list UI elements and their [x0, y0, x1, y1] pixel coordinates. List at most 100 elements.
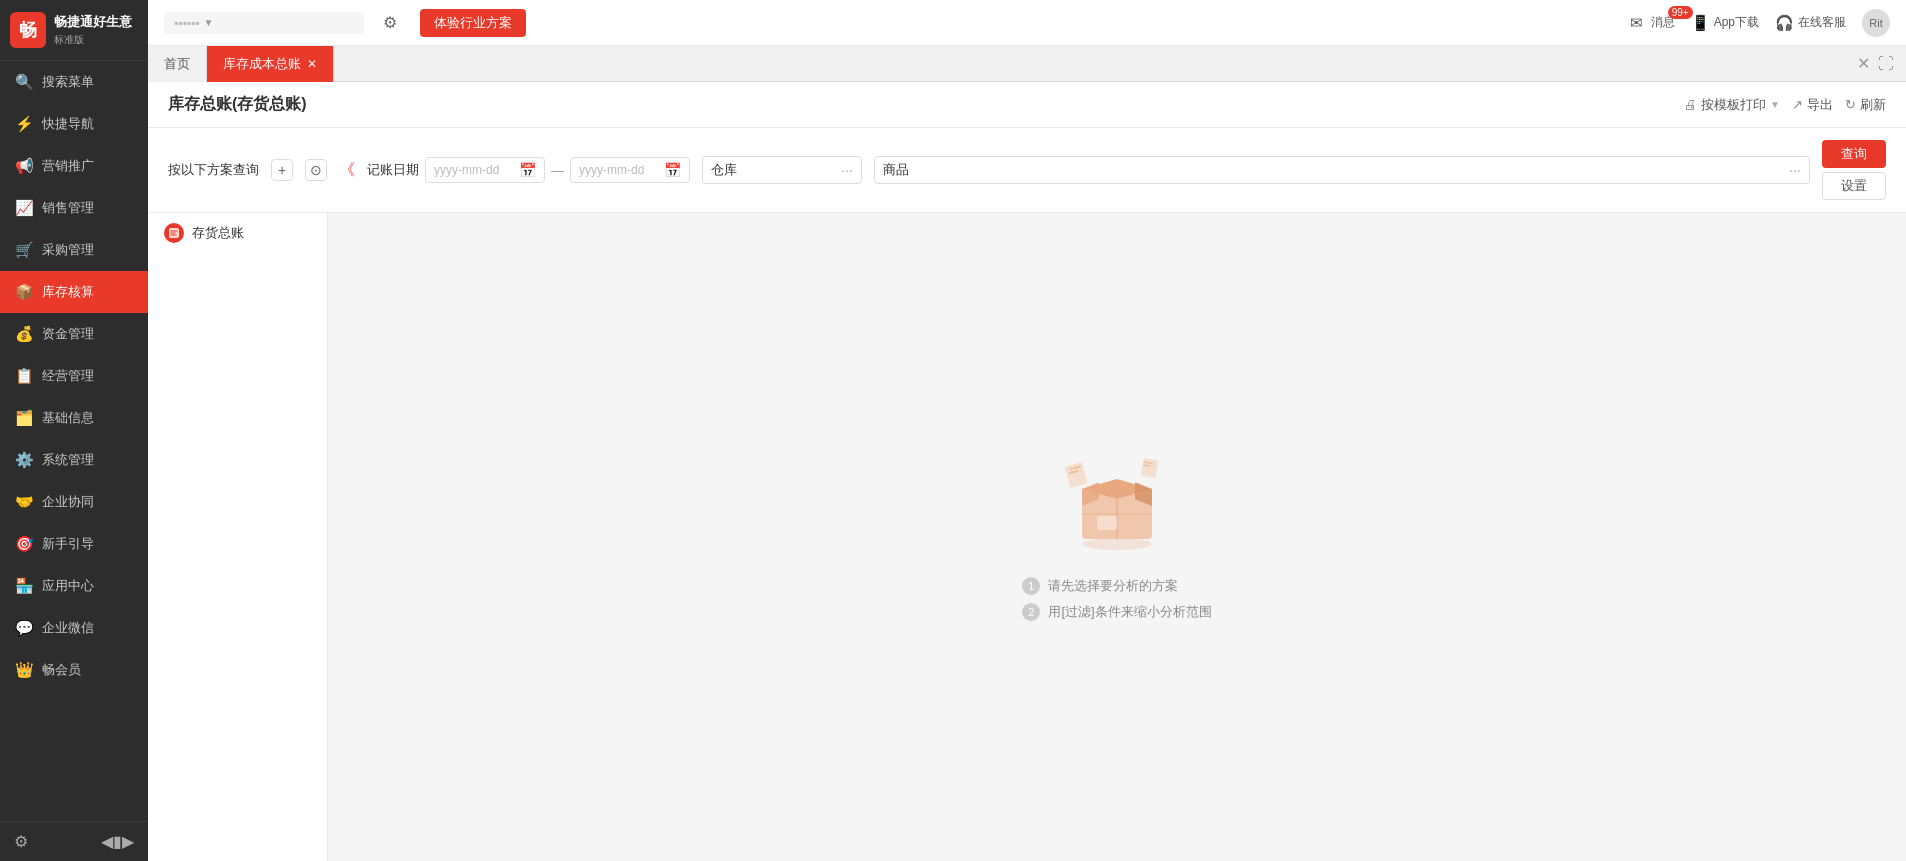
headset-icon: 🎧 [1775, 14, 1794, 32]
sidebar-item-label: 新手引导 [42, 535, 94, 553]
empty-tip-2: 2 用[过滤]条件来缩小分析范围 [1022, 603, 1211, 621]
filter-clear-button[interactable]: ⊙ [305, 159, 327, 181]
topbar-left: ▪▪▪▪▪▪ ▼ ⚙ 体验行业方案 [164, 9, 1630, 37]
sidebar-item-wechat[interactable]: 💬 企业微信 [0, 607, 148, 649]
sidebar-item-label: 营销推广 [42, 157, 94, 175]
sidebar-item-finance[interactable]: 💰 资金管理 [0, 313, 148, 355]
sidebar-item-label: 搜索菜单 [42, 73, 94, 91]
sidebar-item-purchase[interactable]: 🛒 采购管理 [0, 229, 148, 271]
export-button[interactable]: ↗ 导出 [1792, 96, 1833, 114]
sidebar-item-label: 企业微信 [42, 619, 94, 637]
tab-home[interactable]: 首页 [148, 46, 207, 82]
scheme-sidebar: 存货总账 [148, 213, 328, 861]
sidebar-item-marketing[interactable]: 📢 营销推广 [0, 145, 148, 187]
sidebar-item-label: 销售管理 [42, 199, 94, 217]
printer-icon: 🖨 [1684, 97, 1697, 112]
product-more-icon: ··· [1789, 162, 1801, 178]
topbar-gear-button[interactable]: ⚙ [376, 9, 404, 37]
logo-text: 畅捷通好生意 标准版 [54, 14, 132, 46]
toggle-sidebar-icon[interactable]: ◀▮▶ [101, 832, 134, 851]
sidebar-item-appstore[interactable]: 🏪 应用中心 [0, 565, 148, 607]
sidebar-item-system[interactable]: ⚙️ 系统管理 [0, 439, 148, 481]
sidebar-item-label: 快捷导航 [42, 115, 94, 133]
empty-state: 1 请先选择要分析的方案 2 用[过滤]条件来缩小分析范围 [328, 213, 1906, 861]
sidebar-item-label: 经营管理 [42, 367, 94, 385]
date-start-input[interactable]: yyyy-mm-dd 📅 [425, 157, 545, 183]
purchase-icon: 🛒 [14, 240, 34, 260]
calendar-start-icon: 📅 [519, 162, 536, 178]
main-area: ▪▪▪▪▪▪ ▼ ⚙ 体验行业方案 ✉ 消息 99+ 📱 App下载 🎧 在线客… [148, 0, 1906, 861]
sidebar-item-member[interactable]: 👑 畅会员 [0, 649, 148, 691]
sidebar-item-label: 库存核算 [42, 283, 94, 301]
sidebar-item-inventory[interactable]: 📦 库存核算 [0, 271, 148, 313]
user-avatar[interactable]: Rit [1862, 9, 1890, 37]
tip-text-2: 用[过滤]条件来缩小分析范围 [1048, 603, 1211, 621]
online-service-label: 在线客服 [1798, 14, 1846, 31]
sidebar-item-sales[interactable]: 📈 销售管理 [0, 187, 148, 229]
appstore-icon: 🏪 [14, 576, 34, 596]
scheme-item-inventory-ledger[interactable]: 存货总账 [148, 213, 327, 253]
tab-close-icon[interactable]: ✕ [307, 57, 317, 71]
system-icon: ⚙️ [14, 450, 34, 470]
filter-label: 按以下方案查询 [168, 161, 259, 179]
page-header-actions: 🖨 按模板打印 ▼ ↗ 导出 ↻ 刷新 [1684, 96, 1886, 126]
page-title: 库存总账(存货总账) [168, 94, 307, 127]
user-name: Rit [1869, 17, 1882, 29]
filter-actions: 查询 设置 [1822, 140, 1886, 200]
topbar-search-area[interactable]: ▪▪▪▪▪▪ ▼ [164, 12, 364, 34]
export-icon: ↗ [1792, 97, 1803, 112]
message-button[interactable]: ✉ 消息 99+ [1630, 14, 1675, 32]
basic-icon: 🗂️ [14, 408, 34, 428]
tab-home-label: 首页 [164, 55, 190, 73]
sidebar-item-basic[interactable]: 🗂️ 基础信息 [0, 397, 148, 439]
filter-collapse-button[interactable]: 《 [339, 160, 355, 181]
close-panel-icon[interactable]: ✕ [1857, 54, 1870, 73]
operation-icon: 📋 [14, 366, 34, 386]
sidebar-item-operation[interactable]: 📋 经营管理 [0, 355, 148, 397]
warehouse-select[interactable]: 仓库 ··· [702, 156, 862, 184]
scheme-item-label: 存货总账 [192, 224, 244, 242]
sidebar-item-label: 畅会员 [42, 661, 81, 679]
date-end-input[interactable]: yyyy-mm-dd 📅 [570, 157, 690, 183]
marketing-icon: 📢 [14, 156, 34, 176]
industry-button[interactable]: 体验行业方案 [420, 9, 526, 37]
sidebar-item-shortcut[interactable]: ⚡ 快捷导航 [0, 103, 148, 145]
enterprise-icon: 🤝 [14, 492, 34, 512]
print-dropdown-icon[interactable]: ▼ [1770, 99, 1780, 110]
tip-number-2: 2 [1022, 603, 1040, 621]
tip-number-1: 1 [1022, 577, 1040, 595]
search-icon: 🔍 [14, 72, 34, 92]
sidebar-item-label: 企业协同 [42, 493, 94, 511]
date-input-group: 记账日期 yyyy-mm-dd 📅 — yyyy-mm-dd 📅 [367, 157, 690, 183]
query-button[interactable]: 查询 [1822, 140, 1886, 168]
app-download-button[interactable]: 📱 App下载 [1691, 14, 1759, 32]
calendar-end-icon: 📅 [664, 162, 681, 178]
filter-add-button[interactable]: + [271, 159, 293, 181]
refresh-button[interactable]: ↻ 刷新 [1845, 96, 1886, 114]
expand-icon[interactable]: ⛶ [1878, 55, 1894, 73]
online-service-button[interactable]: 🎧 在线客服 [1775, 14, 1846, 32]
sidebar-item-enterprise[interactable]: 🤝 企业协同 [0, 481, 148, 523]
sidebar-nav: 🔍 搜索菜单 ⚡ 快捷导航 📢 营销推广 📈 销售管理 🛒 采购管理 📦 库存核… [0, 61, 148, 821]
page-content: 库存总账(存货总账) 🖨 按模板打印 ▼ ↗ 导出 ↻ 刷新 按以下方案查询 [148, 82, 1906, 861]
content-body: 存货总账 [148, 213, 1906, 861]
sidebar-item-label: 系统管理 [42, 451, 94, 469]
tip-text-1: 请先选择要分析的方案 [1048, 577, 1178, 595]
sidebar-item-label: 资金管理 [42, 325, 94, 343]
empty-tips: 1 请先选择要分析的方案 2 用[过滤]条件来缩小分析范围 [1022, 577, 1211, 621]
setting-button[interactable]: 设置 [1822, 172, 1886, 200]
sidebar-item-search[interactable]: 🔍 搜索菜单 [0, 61, 148, 103]
shortcut-icon: ⚡ [14, 114, 34, 134]
tab-inventory-cost[interactable]: 库存成本总账 ✕ [207, 46, 334, 82]
settings-icon[interactable]: ⚙ [14, 832, 28, 851]
sidebar-item-guide[interactable]: 🎯 新手引导 [0, 523, 148, 565]
refresh-icon: ↻ [1845, 97, 1856, 112]
phone-icon: 📱 [1691, 14, 1710, 32]
product-label: 商品 [883, 161, 909, 179]
logo-icon: 畅 [10, 12, 46, 48]
product-select[interactable]: 商品 ··· [874, 156, 1810, 184]
guide-icon: 🎯 [14, 534, 34, 554]
print-button[interactable]: 🖨 按模板打印 ▼ [1684, 96, 1780, 114]
sidebar: 畅 畅捷通好生意 标准版 🔍 搜索菜单 ⚡ 快捷导航 📢 营销推广 📈 销售管理… [0, 0, 148, 861]
finance-icon: 💰 [14, 324, 34, 344]
